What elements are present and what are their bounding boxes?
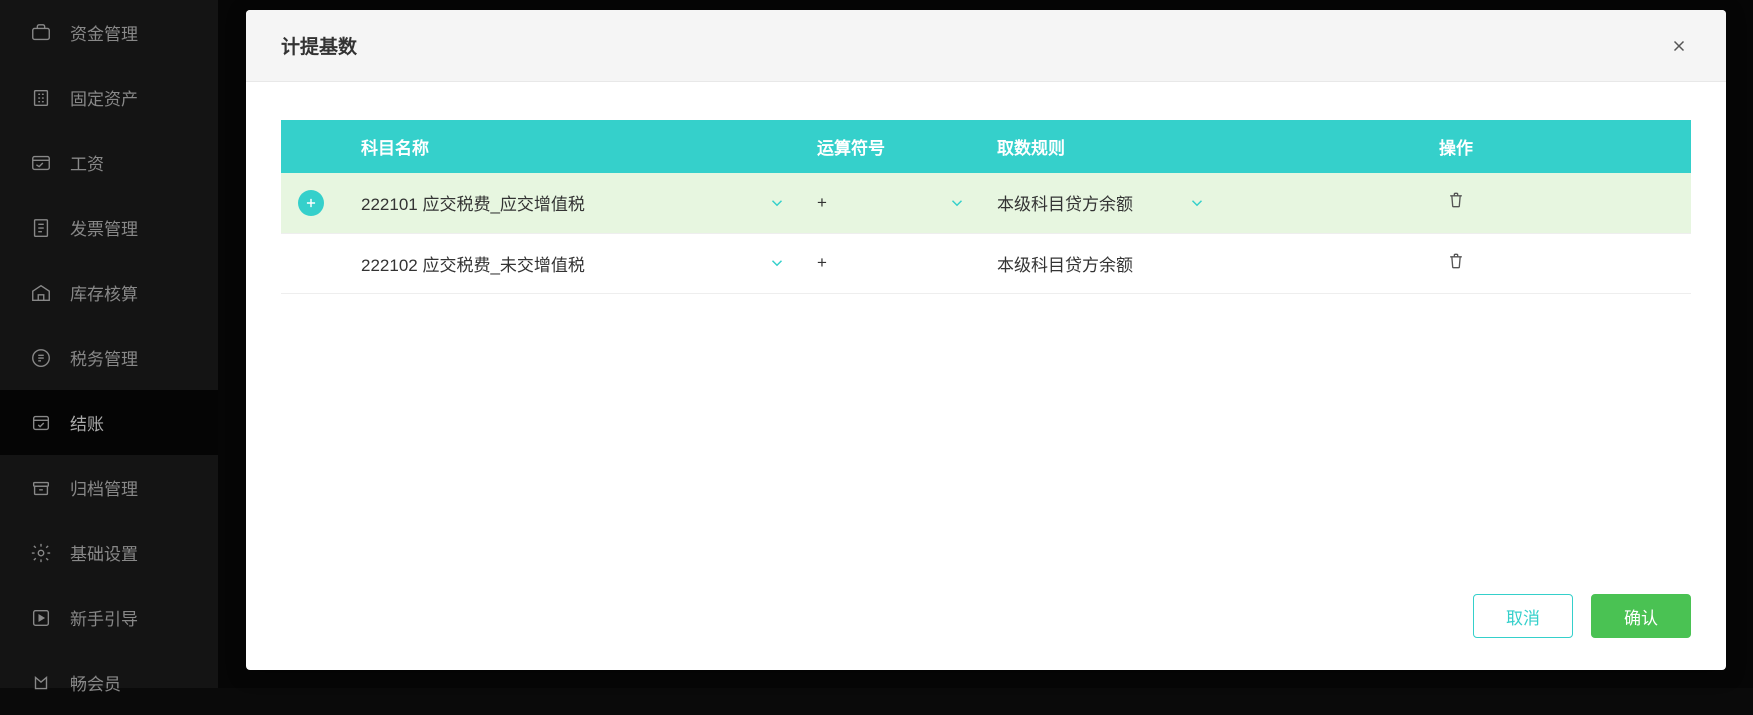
col-add [281,120,341,173]
nav-label: 归档管理 [70,475,138,500]
salary-icon [30,152,52,174]
col-subject: 科目名称 [341,120,801,173]
nav-label: 资金管理 [70,20,138,45]
delete-row-icon[interactable] [1446,251,1466,271]
cancel-button[interactable]: 取消 [1473,594,1573,638]
chevron-down-icon [1185,191,1209,215]
inventory-icon [30,282,52,304]
nav-vip[interactable]: 畅会员 [0,650,218,715]
add-row-icon[interactable] [298,190,324,216]
subject-select[interactable]: 222101 应交税费_应交增值税 [361,190,789,215]
nav-tax[interactable]: 税务管理 [0,325,218,390]
nav-guide[interactable]: 新手引导 [0,585,218,650]
rule-select[interactable]: 本级科目贷方余额 [997,190,1209,215]
gear-icon [30,542,52,564]
nav-label: 基础设置 [70,540,138,565]
modal-dialog: 计提基数 科目名称 运算符号 取数规则 操作 [246,10,1726,670]
subject-value: 222101 应交税费_应交增值税 [361,190,585,215]
building-icon [30,87,52,109]
nav-label: 发票管理 [70,215,138,240]
nav-label: 结账 [70,410,104,435]
tax-icon [30,347,52,369]
nav-invoice[interactable]: 发票管理 [0,195,218,260]
operator-select[interactable]: + [817,251,969,275]
nav-label: 税务管理 [70,345,138,370]
confirm-button[interactable]: 确认 [1591,594,1691,638]
nav-settings[interactable]: 基础设置 [0,520,218,585]
nav-label: 固定资产 [70,85,138,110]
delete-row-icon[interactable] [1446,190,1466,210]
chevron-down-icon [765,191,789,215]
nav-label: 库存核算 [70,280,138,305]
nav-label: 工资 [70,150,104,175]
archive-icon [30,477,52,499]
nav-archive[interactable]: 归档管理 [0,455,218,520]
operator-select[interactable]: + [817,191,969,215]
nav-salary[interactable]: 工资 [0,130,218,195]
nav-funds[interactable]: 资金管理 [0,0,218,65]
modal-footer: 取消 确认 [246,574,1726,670]
play-icon [30,607,52,629]
modal-title: 计提基数 [281,32,357,59]
sidebar: 资金管理 固定资产 工资 发票管理 库存核算 税务管理 结账 [0,0,218,688]
subject-value: 222102 应交税费_未交增值税 [361,251,585,276]
basis-table: 科目名称 运算符号 取数规则 操作 222101 应交 [281,120,1691,294]
table-row: 222101 应交税费_应交增值税 + [281,173,1691,233]
modal-header: 计提基数 [246,10,1726,82]
table-row: 222102 应交税费_未交增值税 + [281,233,1691,293]
subject-select[interactable]: 222102 应交税费_未交增值税 [361,251,789,276]
chevron-down-icon [765,251,789,275]
vip-icon [30,672,52,694]
invoice-icon [30,217,52,239]
nav-label: 新手引导 [70,605,138,630]
operator-value: + [817,193,827,213]
col-action: 操作 [1221,120,1691,173]
rule-select[interactable]: 本级科目贷方余额 [997,251,1209,276]
col-rule: 取数规则 [981,120,1221,173]
col-operator: 运算符号 [801,120,981,173]
nav-fixed-assets[interactable]: 固定资产 [0,65,218,130]
nav-funds-icon [30,22,52,44]
close-icon[interactable] [1667,34,1691,58]
modal-body: 科目名称 运算符号 取数规则 操作 222101 应交 [246,82,1726,574]
nav-label: 畅会员 [70,670,121,695]
nav-inventory[interactable]: 库存核算 [0,260,218,325]
chevron-down-icon [945,191,969,215]
nav-closing[interactable]: 结账 [0,390,218,455]
operator-value: + [817,253,827,273]
closing-icon [30,412,52,434]
rule-value: 本级科目贷方余额 [997,251,1133,276]
rule-value: 本级科目贷方余额 [997,190,1133,215]
